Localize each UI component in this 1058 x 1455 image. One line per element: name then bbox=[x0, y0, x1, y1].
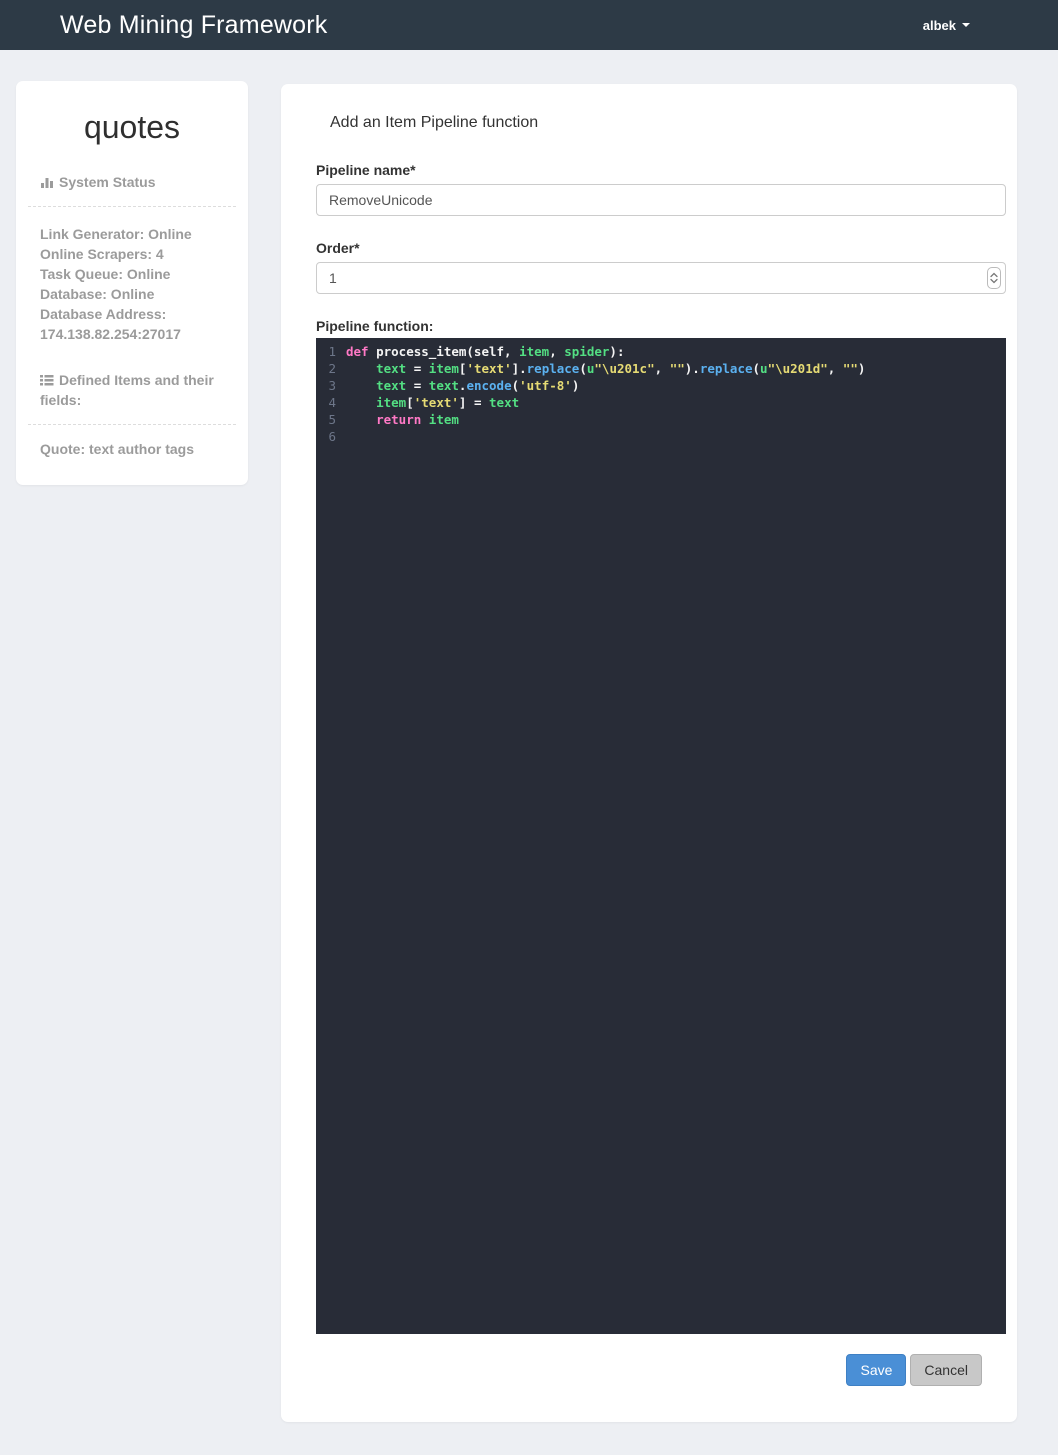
line-number: 2 bbox=[328, 361, 336, 376]
code-editor[interactable]: 1 def process_item(self, item, spider): 2 … bbox=[316, 338, 1006, 1334]
item-fields-text: Quote: text author tags bbox=[40, 441, 195, 457]
code-line: 1 def process_item(self, item, spider): bbox=[316, 343, 1006, 360]
pipeline-function-group: Pipeline function: 1 def process_item(sel… bbox=[316, 318, 1006, 1334]
code-editor-lines: 1 def process_item(self, item, spider): 2 … bbox=[316, 343, 1006, 445]
divider bbox=[28, 424, 236, 425]
status-lines: Link Generator: Online Online Scrapers: 4… bbox=[40, 224, 224, 344]
page-title: Add an Item Pipeline function bbox=[330, 114, 539, 131]
defined-items-header: Defined Items and their fields: bbox=[40, 370, 224, 410]
pipeline-name-label: Pipeline name* bbox=[316, 162, 416, 178]
user-dropdown-label: albek bbox=[922, 17, 956, 33]
system-status-header: System Status bbox=[40, 172, 224, 192]
navbar: Web Mining Framework albek bbox=[0, 0, 1058, 50]
defined-items-label: Defined Items and their fields: bbox=[40, 372, 214, 408]
status-line: Task Queue: Online bbox=[40, 266, 171, 282]
order-group: Order* bbox=[316, 240, 1006, 294]
code-line: 4 item['text'] = text bbox=[316, 394, 1006, 411]
user-dropdown[interactable]: albek bbox=[923, 18, 970, 33]
system-status-label: System Status bbox=[59, 174, 156, 190]
code-line: 2 text = item['text'].replace(u"\u201c",… bbox=[316, 360, 1006, 377]
status-line: Database Address: bbox=[40, 306, 167, 322]
status-line: Online Scrapers: 4 bbox=[40, 246, 164, 262]
divider bbox=[28, 206, 236, 207]
project-title: quotes bbox=[83, 109, 181, 145]
line-number: 1 bbox=[328, 344, 336, 359]
cancel-button[interactable]: Cancel bbox=[910, 1354, 982, 1386]
line-number: 5 bbox=[328, 412, 336, 427]
status-line: Link Generator: Online bbox=[40, 226, 192, 242]
pipeline-name-input[interactable] bbox=[316, 184, 1006, 216]
line-number: 3 bbox=[328, 378, 336, 393]
code-line: 5 return item bbox=[316, 411, 1006, 428]
line-number: 6 bbox=[328, 429, 336, 444]
order-input[interactable] bbox=[316, 262, 1006, 294]
status-line: Database: Online bbox=[40, 286, 155, 302]
status-line: 174.138.82.254:27017 bbox=[40, 326, 181, 342]
code-line: 3 text = text.encode('utf-8') bbox=[316, 377, 1006, 394]
number-stepper[interactable] bbox=[987, 267, 1001, 289]
code-line: 6 bbox=[316, 428, 1006, 445]
bar-chart-icon bbox=[41, 178, 53, 188]
form-actions: Save Cancel bbox=[316, 1354, 982, 1386]
pipeline-form-panel: Add an Item Pipeline function Pipeline n… bbox=[281, 84, 1017, 1422]
chevron-down-icon bbox=[990, 278, 998, 284]
sidebar-panel: quotes System Status Link Generator: Onl… bbox=[16, 81, 248, 485]
line-number: 4 bbox=[328, 395, 336, 410]
list-icon bbox=[40, 375, 54, 386]
chevron-down-icon bbox=[962, 23, 970, 27]
save-button[interactable]: Save bbox=[846, 1354, 907, 1386]
order-label: Order* bbox=[316, 240, 360, 256]
pipeline-name-group: Pipeline name* bbox=[316, 162, 1006, 216]
content-area: quotes System Status Link Generator: Onl… bbox=[0, 50, 1058, 1455]
pipeline-function-label: Pipeline function: bbox=[316, 318, 434, 334]
brand-link[interactable]: Web Mining Framework bbox=[60, 11, 328, 40]
